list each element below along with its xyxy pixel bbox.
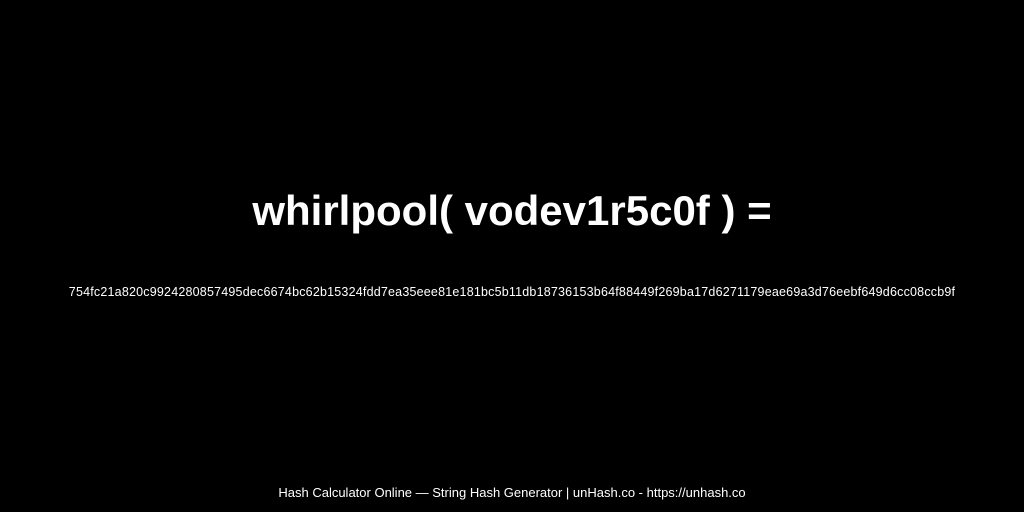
footer-text: Hash Calculator Online — String Hash Gen… — [0, 485, 1024, 512]
hash-output-value: 754fc21a820c9924280857495dec6674bc62b153… — [69, 285, 955, 299]
main-content: whirlpool( vodev1r5c0f ) = 754fc21a820c9… — [0, 0, 1024, 485]
hash-expression-title: whirlpool( vodev1r5c0f ) = — [252, 187, 771, 235]
